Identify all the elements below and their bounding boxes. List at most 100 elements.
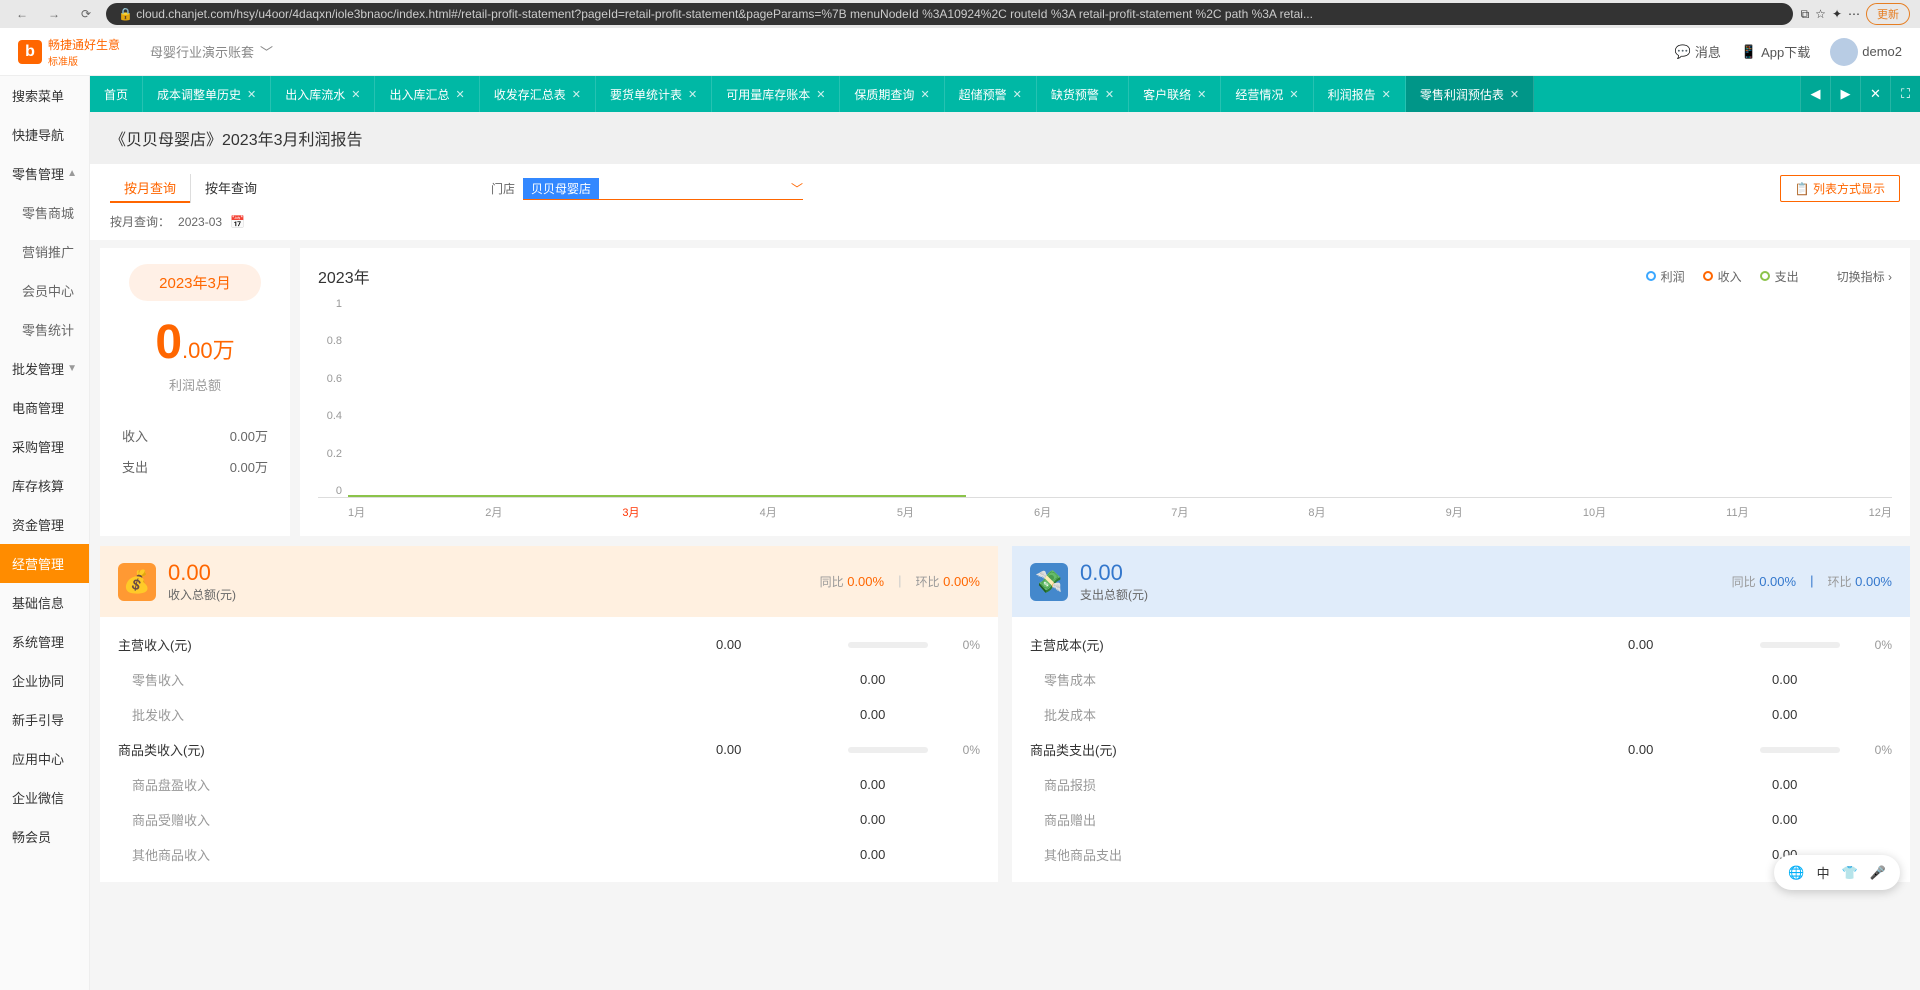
tab[interactable]: 出入库流水✕ bbox=[271, 76, 375, 112]
sidebar-item[interactable]: 新手引导 bbox=[0, 700, 89, 739]
tab[interactable]: 可用量库存账本✕ bbox=[712, 76, 840, 112]
app-header: b 畅捷通好生意 标准版 母婴行业演示账套 ﹀ 💬 消息 📱 App下载 dem… bbox=[0, 28, 1920, 76]
update-button[interactable]: 更新 bbox=[1866, 3, 1910, 25]
switch-metric-button[interactable]: 切换指标 › bbox=[1837, 268, 1892, 285]
legend-expense[interactable]: 支出 bbox=[1760, 268, 1799, 285]
expense-panel: 💸 0.00 支出总额(元) 同比 0.00% | 环比 0.00% 主营成本(… bbox=[1012, 546, 1910, 882]
tab[interactable]: 经营情况✕ bbox=[1221, 76, 1313, 112]
tab[interactable]: 首页 bbox=[90, 76, 143, 112]
sidebar-item[interactable]: 零售管理▲ bbox=[0, 154, 89, 193]
close-icon[interactable]: ✕ bbox=[1105, 88, 1114, 101]
browser-chrome: ← → ⟳ 🔒 cloud.chanjet.com/hsy/u4oor/4daq… bbox=[0, 0, 1920, 28]
close-icon[interactable]: ✕ bbox=[1382, 88, 1391, 101]
sidebar-item[interactable]: 资金管理 bbox=[0, 505, 89, 544]
sidebar-item[interactable]: 批发管理▼ bbox=[0, 349, 89, 388]
close-icon[interactable]: ✕ bbox=[1510, 88, 1519, 101]
chart-plot[interactable]: 10.80.60.40.20 bbox=[318, 298, 1892, 498]
sidebar-item[interactable]: 应用中心 bbox=[0, 739, 89, 778]
reload-icon[interactable]: ⟳ bbox=[74, 2, 98, 26]
month-filter[interactable]: 按月查询： 2023-03 📅 bbox=[110, 213, 245, 230]
close-icon[interactable]: ✕ bbox=[688, 88, 697, 101]
tab[interactable]: 利润报告✕ bbox=[1314, 76, 1406, 112]
menu-icon[interactable]: ⋯ bbox=[1848, 7, 1860, 21]
sidebar-item[interactable]: 会员中心 bbox=[0, 271, 89, 310]
tshirt-icon[interactable]: 👕 bbox=[1842, 865, 1858, 881]
tabs-scroll-left[interactable]: ◀ bbox=[1800, 76, 1830, 112]
extension-icon[interactable]: ⧉ bbox=[1801, 7, 1810, 22]
close-icon[interactable]: ✕ bbox=[247, 88, 256, 101]
sidebar-item[interactable]: 搜索菜单 bbox=[0, 76, 89, 115]
close-icon[interactable]: ✕ bbox=[1013, 88, 1022, 101]
ime-widget[interactable]: 🌐 中 👕 🎤 bbox=[1774, 855, 1900, 890]
forward-icon[interactable]: → bbox=[42, 2, 66, 26]
sidebar-item[interactable]: 电商管理 bbox=[0, 388, 89, 427]
user-menu[interactable]: demo2 bbox=[1830, 38, 1902, 66]
globe-icon: 🌐 bbox=[1788, 865, 1804, 881]
close-icon[interactable]: ✕ bbox=[572, 88, 581, 101]
tab[interactable]: 收发存汇总表✕ bbox=[480, 76, 596, 112]
chart-line bbox=[348, 495, 966, 497]
tab-expand-icon[interactable]: ⛶ bbox=[1890, 76, 1920, 112]
tab-yearly-query[interactable]: 按年查询 bbox=[190, 174, 271, 203]
ime-lang: 中 bbox=[1817, 863, 1830, 882]
store-selector[interactable]: 门店 贝贝母婴店 ﹀ bbox=[491, 178, 803, 200]
profit-total: 0.00万 bbox=[155, 319, 234, 367]
sidebar-item[interactable]: 基础信息 bbox=[0, 583, 89, 622]
sidebar-item[interactable]: 畅会员 bbox=[0, 817, 89, 856]
messages-button[interactable]: 💬 消息 bbox=[1675, 42, 1721, 61]
tab[interactable]: 成本调整单历史✕ bbox=[143, 76, 271, 112]
expense-total-value: 0.00 bbox=[1080, 560, 1148, 586]
tab[interactable]: 零售利润预估表✕ bbox=[1406, 76, 1534, 112]
data-row: 主营成本(元)0.000% bbox=[1030, 627, 1892, 662]
sidebar-item[interactable]: 系统管理 bbox=[0, 622, 89, 661]
star-icon[interactable]: ☆ bbox=[1815, 7, 1826, 21]
summary-card: 2023年3月 0.00万 利润总额 收入0.00万 支出0.00万 bbox=[100, 248, 290, 536]
sidebar-item[interactable]: 企业微信 bbox=[0, 778, 89, 817]
logo-icon: b bbox=[18, 40, 42, 64]
sidebar-item[interactable]: 快捷导航 bbox=[0, 115, 89, 154]
url-bar[interactable]: 🔒 cloud.chanjet.com/hsy/u4oor/4daqxn/iol… bbox=[106, 3, 1793, 25]
sidebar-item[interactable]: 经营管理 bbox=[0, 544, 89, 583]
tab[interactable]: 超储预警✕ bbox=[945, 76, 1037, 112]
tab-close-current[interactable]: ✕ bbox=[1860, 76, 1890, 112]
expense-mom: 0.00% bbox=[1855, 574, 1892, 589]
tab-controls: ◀ ▶ ✕ ⛶ bbox=[1800, 76, 1920, 112]
tab[interactable]: 客户联络✕ bbox=[1129, 76, 1221, 112]
sidebar-item[interactable]: 企业协同 bbox=[0, 661, 89, 700]
income-total-value: 0.00 bbox=[168, 560, 236, 586]
legend-income[interactable]: 收入 bbox=[1703, 268, 1742, 285]
sidebar-item[interactable]: 零售商城 bbox=[0, 193, 89, 232]
mic-icon[interactable]: 🎤 bbox=[1870, 865, 1886, 881]
sidebar-item[interactable]: 零售统计 bbox=[0, 310, 89, 349]
tab[interactable]: 缺货预警✕ bbox=[1037, 76, 1129, 112]
expense-total-label: 支出总额(元) bbox=[1080, 586, 1148, 603]
tab-bar: 首页成本调整单历史✕出入库流水✕出入库汇总✕收发存汇总表✕要货单统计表✕可用量库… bbox=[90, 76, 1920, 112]
legend-profit[interactable]: 利润 bbox=[1646, 268, 1685, 285]
sidebar-item[interactable]: 库存核算 bbox=[0, 466, 89, 505]
calendar-icon[interactable]: 📅 bbox=[230, 215, 245, 229]
tabs-scroll-right[interactable]: ▶ bbox=[1830, 76, 1860, 112]
close-icon[interactable]: ✕ bbox=[351, 88, 360, 101]
close-icon[interactable]: ✕ bbox=[816, 88, 825, 101]
list-view-button[interactable]: 📋 列表方式显示 bbox=[1780, 175, 1900, 202]
brand-name: 畅捷通好生意 bbox=[48, 38, 120, 52]
close-icon[interactable]: ✕ bbox=[920, 88, 929, 101]
tab-monthly-query[interactable]: 按月查询 bbox=[110, 174, 190, 203]
filter-bar: 按月查询 按年查询 门店 贝贝母婴店 ﹀ 📋 列表方式显示 按月查询： bbox=[90, 164, 1920, 240]
store-value: 贝贝母婴店 bbox=[523, 178, 599, 199]
logo[interactable]: b 畅捷通好生意 标准版 bbox=[18, 36, 120, 68]
sidebar-item[interactable]: 营销推广 bbox=[0, 232, 89, 271]
close-icon[interactable]: ✕ bbox=[1289, 88, 1298, 101]
puzzle-icon[interactable]: ✦ bbox=[1832, 7, 1842, 21]
close-icon[interactable]: ✕ bbox=[456, 88, 465, 101]
tab[interactable]: 出入库汇总✕ bbox=[375, 76, 479, 112]
sidebar-item[interactable]: 采购管理 bbox=[0, 427, 89, 466]
back-icon[interactable]: ← bbox=[10, 2, 34, 26]
close-icon[interactable]: ✕ bbox=[1197, 88, 1206, 101]
account-selector[interactable]: 母婴行业演示账套 ﹀ bbox=[150, 42, 273, 61]
app-download-button[interactable]: 📱 App下载 bbox=[1741, 42, 1810, 61]
tab[interactable]: 保质期查询✕ bbox=[840, 76, 944, 112]
expense-icon: 💸 bbox=[1030, 563, 1068, 601]
data-row: 批发成本0.00 bbox=[1030, 697, 1892, 732]
tab[interactable]: 要货单统计表✕ bbox=[596, 76, 712, 112]
